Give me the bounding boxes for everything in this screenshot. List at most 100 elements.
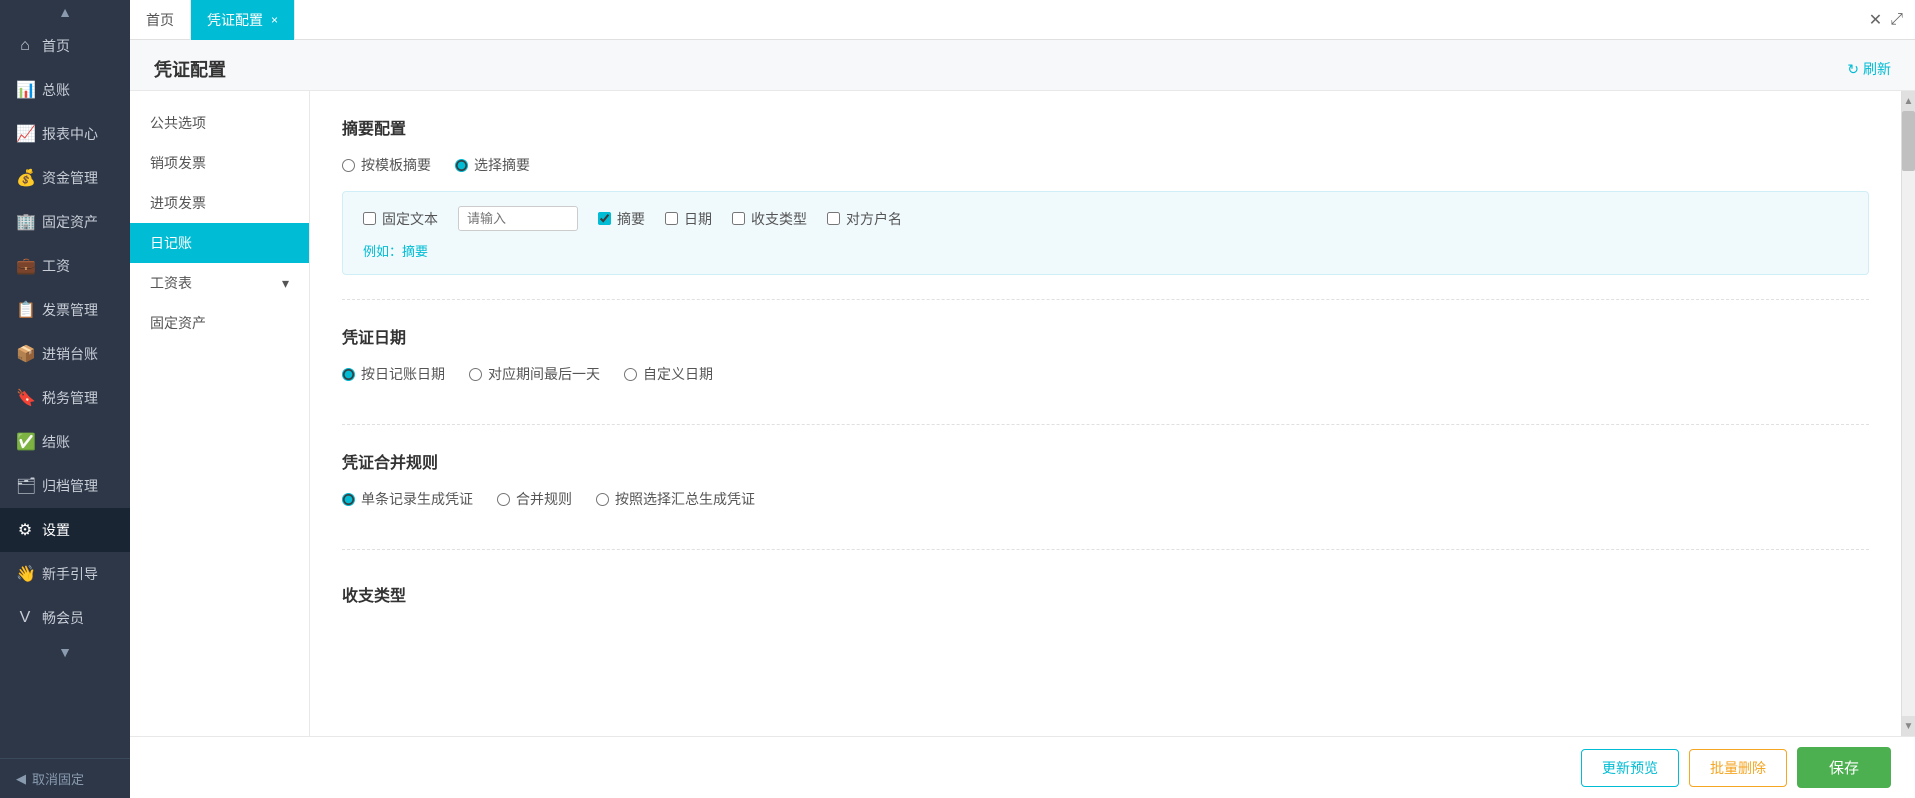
main-area: 首页 凭证配置 × ✕ ⤢ 凭证配置 ↻ 刷新 公共选项 销项发票 进项 — [130, 0, 1915, 798]
summary-section: 摘要配置 按模板摘要 选择摘要 固定文本 — [342, 115, 1869, 300]
income-type-checkbox[interactable] — [732, 212, 745, 225]
summary-radio-group: 按模板摘要 选择摘要 — [342, 155, 1869, 175]
sidebar-unpin-button[interactable]: ◀ 取消固定 — [0, 758, 130, 798]
tab-voucher-config[interactable]: 凭证配置 × — [191, 0, 295, 40]
save-button[interactable]: 保存 — [1797, 747, 1891, 788]
right-scrollbar: ▲ ▼ — [1901, 91, 1915, 736]
counterpart-checkbox[interactable] — [827, 212, 840, 225]
radio-single-input[interactable] — [342, 493, 355, 506]
sidebar-item-settings[interactable]: ⚙ 设置 — [0, 508, 130, 552]
radio-custom-date[interactable]: 自定义日期 — [624, 364, 713, 384]
sidebar-scroll-up[interactable]: ▲ — [0, 0, 130, 24]
merge-section-title: 凭证合并规则 — [342, 449, 1869, 473]
sidebar-item-vip[interactable]: V 畅会员 — [0, 596, 130, 640]
sidebar-item-home[interactable]: ⌂ 首页 — [0, 24, 130, 68]
radio-custom-date-input[interactable] — [624, 368, 637, 381]
checkbox-counterpart[interactable]: 对方户名 — [827, 209, 902, 229]
pin-icon: ◀ — [16, 771, 26, 787]
ledger-icon: 📊 — [16, 80, 34, 100]
sidebar-item-guide[interactable]: 👋 新手引导 — [0, 552, 130, 596]
nav-item-sales-invoice[interactable]: 销项发票 — [130, 143, 309, 183]
settings-icon: ⚙ — [16, 520, 34, 540]
date-radio-group: 按日记账日期 对应期间最后一天 自定义日期 — [342, 364, 1869, 384]
scrollbar-track — [1902, 111, 1915, 716]
scrollbar-thumb[interactable] — [1902, 111, 1915, 171]
radio-last-day-input[interactable] — [469, 368, 482, 381]
income-type-section: 收支类型 — [342, 574, 1869, 606]
fund-icon: 💰 — [16, 168, 34, 188]
fixed-text-checkbox[interactable] — [363, 212, 376, 225]
update-preview-button[interactable]: 更新预览 — [1581, 749, 1679, 787]
radio-select-summary[interactable]: 选择摘要 — [455, 155, 530, 175]
bottom-bar: 更新预览 批量删除 保存 — [130, 736, 1915, 798]
page-title: 凭证配置 — [154, 56, 226, 82]
summary-checkbox[interactable] — [598, 212, 611, 225]
report-icon: 📈 — [16, 124, 34, 144]
income-type-section-title: 收支类型 — [342, 582, 1869, 606]
nav-item-payroll[interactable]: 工资表 ▾ — [130, 263, 309, 303]
checkbox-fixed-text[interactable]: 固定文本 — [363, 209, 438, 229]
sidebar-item-fund[interactable]: 💰 资金管理 — [0, 156, 130, 200]
checkbox-date[interactable]: 日期 — [665, 209, 712, 229]
radio-select-summary-input[interactable] — [455, 159, 468, 172]
sidebar-scroll-down[interactable]: ▼ — [0, 640, 130, 664]
window-resize-icon[interactable]: ⤢ — [1890, 11, 1903, 29]
left-nav: 公共选项 销项发票 进项发票 日记账 工资表 ▾ 固定资产 — [130, 91, 310, 736]
radio-journal-date-input[interactable] — [342, 368, 355, 381]
home-icon: ⌂ — [16, 37, 34, 55]
sidebar-item-tax[interactable]: 🔖 税务管理 — [0, 376, 130, 420]
tab-bar: 首页 凭证配置 × ✕ ⤢ — [130, 0, 1915, 40]
chevron-down-icon: ▾ — [282, 275, 289, 292]
merge-radio-group: 单条记录生成凭证 合并规则 按照选择汇总生成凭证 — [342, 489, 1869, 509]
content-layout: 公共选项 销项发票 进项发票 日记账 工资表 ▾ 固定资产 摘要配置 — [130, 91, 1915, 736]
sidebar: ▲ ⌂ 首页 📊 总账 📈 报表中心 💰 资金管理 🏢 固定资产 💼 工资 📋 … — [0, 0, 130, 798]
checkbox-income-type[interactable]: 收支类型 — [732, 209, 807, 229]
scrollbar-up-button[interactable]: ▲ — [1902, 91, 1915, 111]
nav-item-fixed-assets[interactable]: 固定资产 — [130, 303, 309, 343]
window-close-icon[interactable]: ✕ — [1869, 10, 1882, 30]
date-section-title: 凭证日期 — [342, 324, 1869, 348]
sidebar-item-archive[interactable]: 🗂 归档管理 — [0, 464, 130, 508]
sales-icon: 📦 — [16, 344, 34, 364]
tab-bar-actions: ✕ ⤢ — [1869, 10, 1915, 30]
scrollbar-down-button[interactable]: ▼ — [1902, 716, 1915, 736]
tab-close-icon[interactable]: × — [271, 13, 278, 27]
guide-icon: 👋 — [16, 564, 34, 584]
salary-icon: 💼 — [16, 256, 34, 276]
sidebar-item-settle[interactable]: ✅ 结账 — [0, 420, 130, 464]
summary-example: 例如：摘要 — [363, 241, 1848, 260]
radio-merge-rule-input[interactable] — [497, 493, 510, 506]
sidebar-item-report[interactable]: 📈 报表中心 — [0, 112, 130, 156]
radio-aggregate[interactable]: 按照选择汇总生成凭证 — [596, 489, 755, 509]
radio-single[interactable]: 单条记录生成凭证 — [342, 489, 473, 509]
batch-delete-button[interactable]: 批量删除 — [1689, 749, 1787, 787]
summary-checkbox-row: 固定文本 摘要 日期 收支类型 — [363, 206, 1848, 231]
sidebar-item-asset[interactable]: 🏢 固定资产 — [0, 200, 130, 244]
radio-last-day[interactable]: 对应期间最后一天 — [469, 364, 600, 384]
date-checkbox[interactable] — [665, 212, 678, 225]
nav-item-public[interactable]: 公共选项 — [130, 103, 309, 143]
refresh-button[interactable]: ↻ 刷新 — [1847, 59, 1891, 79]
sidebar-item-ledger[interactable]: 📊 总账 — [0, 68, 130, 112]
archive-icon: 🗂 — [16, 476, 34, 496]
settle-icon: ✅ — [16, 432, 34, 452]
refresh-icon: ↻ — [1847, 61, 1859, 78]
radio-aggregate-input[interactable] — [596, 493, 609, 506]
radio-template-summary[interactable]: 按模板摘要 — [342, 155, 431, 175]
fixed-text-input[interactable] — [458, 206, 578, 231]
date-section: 凭证日期 按日记账日期 对应期间最后一天 自定义日期 — [342, 324, 1869, 425]
summary-checkbox-options: 固定文本 摘要 日期 收支类型 — [342, 191, 1869, 275]
nav-item-purchase-invoice[interactable]: 进项发票 — [130, 183, 309, 223]
sidebar-item-sales[interactable]: 📦 进销台账 — [0, 332, 130, 376]
tab-home[interactable]: 首页 — [130, 0, 191, 40]
nav-item-journal[interactable]: 日记账 — [130, 223, 309, 263]
sidebar-item-salary[interactable]: 💼 工资 — [0, 244, 130, 288]
radio-journal-date[interactable]: 按日记账日期 — [342, 364, 445, 384]
checkbox-summary[interactable]: 摘要 — [598, 209, 645, 229]
asset-icon: 🏢 — [16, 212, 34, 232]
tax-icon: 🔖 — [16, 388, 34, 408]
radio-template-summary-input[interactable] — [342, 159, 355, 172]
invoice-icon: 📋 — [16, 300, 34, 320]
sidebar-item-invoice[interactable]: 📋 发票管理 — [0, 288, 130, 332]
radio-merge-rule[interactable]: 合并规则 — [497, 489, 572, 509]
